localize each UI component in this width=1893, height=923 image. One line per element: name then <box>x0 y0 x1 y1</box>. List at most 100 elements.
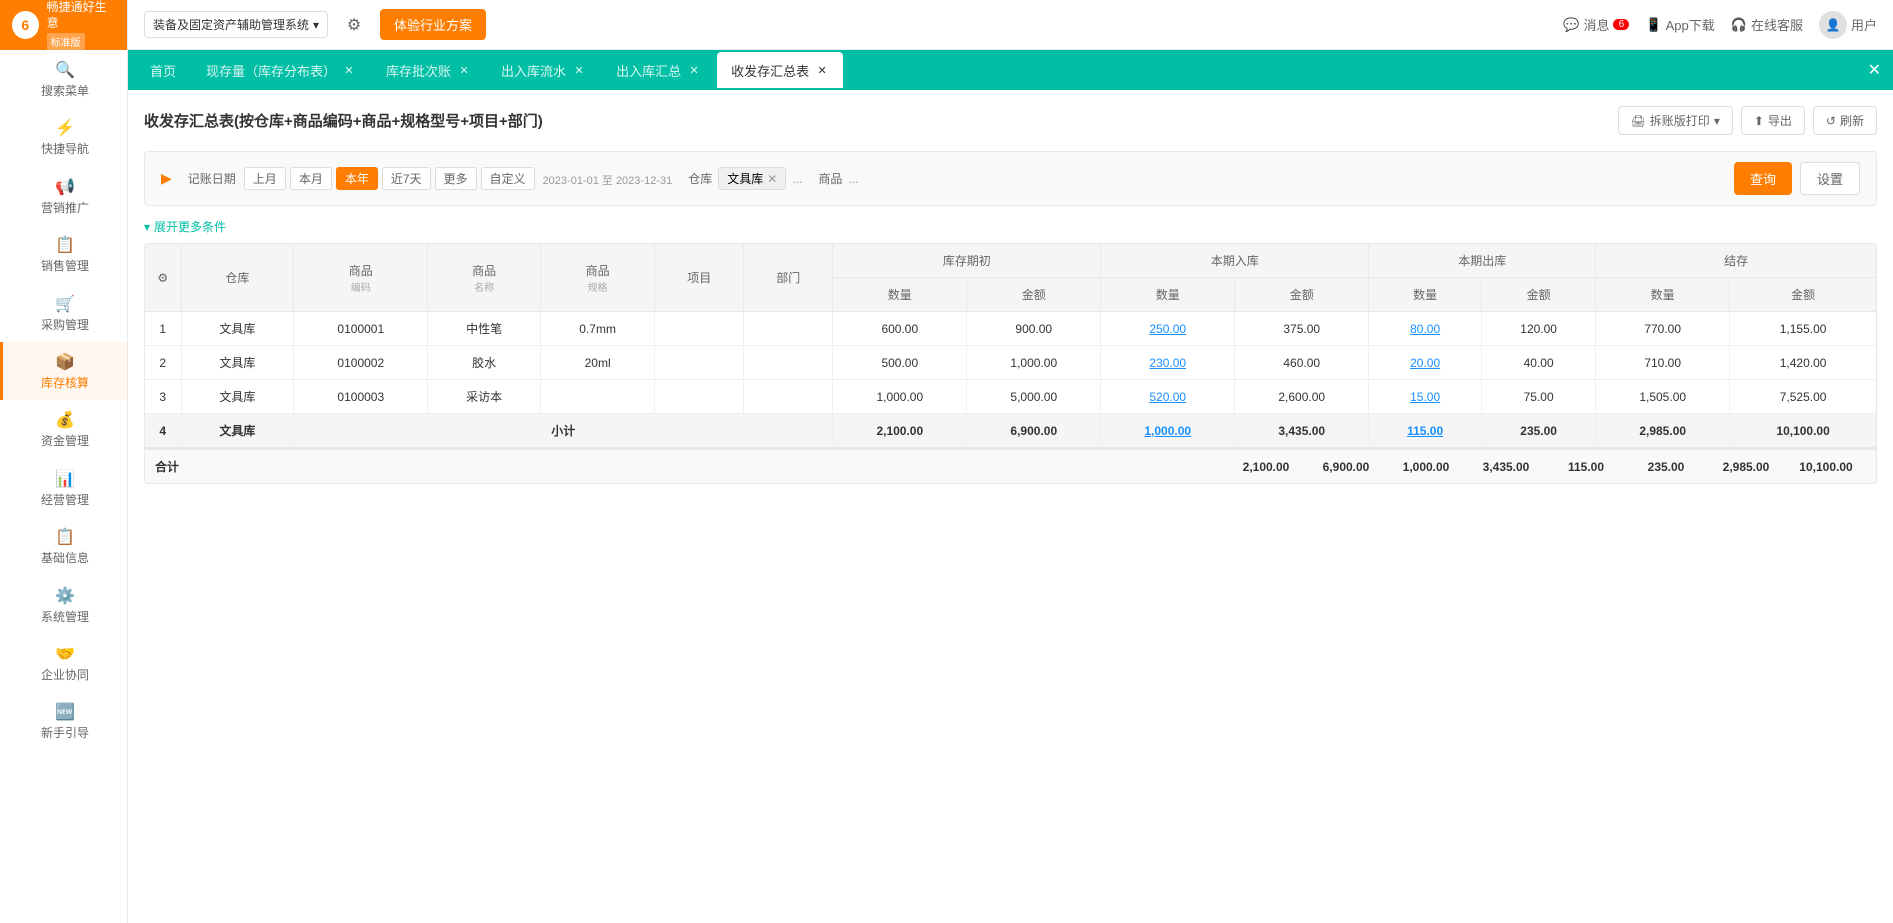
tab-batch-ledger[interactable]: 库存批次账✕ <box>372 52 485 88</box>
subtotal-in-qty[interactable]: 1,000.00 <box>1101 414 1235 448</box>
date-btn-custom[interactable]: 自定义 <box>481 167 535 190</box>
filter-bar: ▶ 记账日期 上月 本月 本年 近7天 更多 自定义 2023-01-01 至 … <box>144 151 1877 206</box>
tab-close-inout-summary[interactable]: ✕ <box>687 63 701 77</box>
sidebar-item-finance[interactable]: 💰资金管理 <box>0 400 127 458</box>
cell-balance-amt: 7,525.00 <box>1730 380 1876 414</box>
date-btn-more[interactable]: 更多 <box>435 167 477 190</box>
tab-stock-dist[interactable]: 现存量（库存分布表） ✕ <box>192 52 370 88</box>
subtotal-out-amt: 235.00 <box>1482 414 1596 448</box>
th-in-qty: 数量 <box>1101 278 1235 312</box>
sidebar-label-guide: 新手引导 <box>41 726 89 740</box>
warehouse-tag[interactable]: 文具库 ✕ <box>718 167 786 190</box>
cell-product-name: 采访本 <box>428 380 541 414</box>
sidebar-item-guide[interactable]: 🆕新手引导 <box>0 692 127 750</box>
cell-in-qty[interactable]: 250.00 <box>1101 312 1235 346</box>
total-balance-amt: 10,100.00 <box>1786 460 1866 474</box>
cell-in-amt: 460.00 <box>1235 346 1369 380</box>
cell-in-qty[interactable]: 230.00 <box>1101 346 1235 380</box>
subtotal-out-qty[interactable]: 115.00 <box>1369 414 1482 448</box>
tab-close-inout-flow[interactable]: ✕ <box>572 63 586 77</box>
sidebar-nav: 🔍搜索菜单⚡快捷导航📢营销推广 📋 销售管理 🛒采购管理📦库存核算💰资金管理📊经营管理… <box>0 50 127 923</box>
chevron-down-icon: ▾ <box>1714 114 1720 128</box>
message-badge: 6 <box>1613 19 1629 30</box>
tabbar-close-icon[interactable]: ✕ <box>1864 56 1885 84</box>
sidebar-label-system: 系统管理 <box>41 610 89 624</box>
sidebar-label-basic: 基础信息 <box>41 551 89 565</box>
topbar-left: 装备及固定资产辅助管理系统 ▾ ⚙ 体验行业方案 <box>144 9 486 40</box>
print-btn[interactable]: 🖨 拆账版打印 ▾ <box>1618 106 1733 135</box>
th-opening-amt: 金额 <box>967 278 1101 312</box>
cell-in-qty[interactable]: 520.00 <box>1101 380 1235 414</box>
sidebar-item-purchase[interactable]: 🛒采购管理 <box>0 284 127 342</box>
cell-no: 3 <box>145 380 181 414</box>
cell-no: 1 <box>145 312 181 346</box>
cell-product-code: 0100003 <box>294 380 428 414</box>
cell-out-qty[interactable]: 15.00 <box>1369 380 1482 414</box>
warehouse-more[interactable]: ... <box>792 172 802 186</box>
app-download-item[interactable]: 📱 App下载 <box>1645 15 1714 34</box>
experience-btn[interactable]: 体验行业方案 <box>380 9 486 40</box>
th-department: 部门 <box>744 244 833 312</box>
sidebar-item-operations[interactable]: 📊经营管理 <box>0 459 127 517</box>
sidebar-item-basic[interactable]: 📋基础信息 <box>0 517 127 575</box>
message-item[interactable]: 💬 消息 6 <box>1563 15 1629 34</box>
sidebar-label-quick: 快捷导航 <box>41 142 89 156</box>
date-btn-last-month[interactable]: 上月 <box>244 167 286 190</box>
total-in-amt: 3,435.00 <box>1466 460 1546 474</box>
th-project: 项目 <box>655 244 744 312</box>
expand-conditions[interactable]: ▾ 展开更多条件 <box>144 218 1877 235</box>
sidebar-icon-sales: 📋 <box>55 235 75 255</box>
cell-opening-amt: 1,000.00 <box>967 346 1101 380</box>
tab-close-stock-dist[interactable]: ✕ <box>342 63 356 77</box>
user-item[interactable]: 👤 用户 <box>1819 11 1877 39</box>
th-settings[interactable]: ⚙ <box>145 244 181 312</box>
tab-close-batch-ledger[interactable]: ✕ <box>457 63 471 77</box>
date-btn-this-year[interactable]: 本年 <box>336 167 378 190</box>
sidebar-item-sales[interactable]: 📋 销售管理 <box>0 225 127 283</box>
settings-icon[interactable]: ⚙ <box>340 11 368 39</box>
cell-in-amt: 2,600.00 <box>1235 380 1369 414</box>
tabbar: 首页现存量（库存分布表）✕库存批次账✕出入库流水✕出入库汇总✕收发存汇总表✕✕ <box>128 50 1893 90</box>
cell-balance-qty: 770.00 <box>1596 312 1730 346</box>
cell-out-qty[interactable]: 80.00 <box>1369 312 1482 346</box>
sidebar-label-marketing: 营销推广 <box>41 201 89 215</box>
settings-btn[interactable]: 设置 <box>1800 162 1860 195</box>
total-out-amt: 235.00 <box>1626 460 1706 474</box>
app-download-label: App下载 <box>1666 15 1715 34</box>
query-btn[interactable]: 查询 <box>1734 162 1792 195</box>
tab-close-receive-summary[interactable]: ✕ <box>815 63 829 77</box>
warehouse-value: 文具库 <box>727 170 763 187</box>
date-btn-this-month[interactable]: 本月 <box>290 167 332 190</box>
topbar: 装备及固定资产辅助管理系统 ▾ ⚙ 体验行业方案 💬 消息 6 📱 App下载 … <box>128 0 1893 50</box>
warehouse-filter: 仓库 文具库 ✕ ... <box>688 167 802 190</box>
sidebar-label-operations: 经营管理 <box>41 493 89 507</box>
sidebar-label-sales: 销售管理 <box>41 259 89 273</box>
tab-receive-summary[interactable]: 收发存汇总表✕ <box>717 52 843 88</box>
total-in-qty: 1,000.00 <box>1386 460 1466 474</box>
tab-inout-flow[interactable]: 出入库流水✕ <box>487 52 600 88</box>
tab-home[interactable]: 首页 <box>136 52 190 88</box>
cell-out-amt: 40.00 <box>1482 346 1596 380</box>
data-table: ⚙ 仓库 商品编码 商品名称 商品规格 项目 部门 库存期初 本期入库 本期出库… <box>145 244 1876 448</box>
tab-inout-summary[interactable]: 出入库汇总✕ <box>602 52 715 88</box>
user-label: 用户 <box>1851 15 1877 34</box>
sidebar-item-marketing[interactable]: 📢营销推广 <box>0 167 127 225</box>
cell-out-qty[interactable]: 20.00 <box>1369 346 1482 380</box>
sidebar-item-search[interactable]: 🔍搜索菜单 <box>0 50 127 108</box>
filter-toggle-icon[interactable]: ▶ <box>161 170 172 187</box>
warehouse-remove-icon[interactable]: ✕ <box>767 172 777 186</box>
refresh-btn[interactable]: ↺ 刷新 <box>1813 106 1877 135</box>
product-more[interactable]: ... <box>848 172 858 186</box>
tab-label-stock-dist: 现存量（库存分布表） <box>206 61 336 80</box>
sidebar-item-quick[interactable]: ⚡快捷导航 <box>0 108 127 166</box>
sidebar-item-inventory[interactable]: 📦库存核算 <box>0 342 127 400</box>
system-selector[interactable]: 装备及固定资产辅助管理系统 ▾ <box>144 11 328 38</box>
sidebar-item-system[interactable]: ⚙️系统管理 <box>0 576 127 634</box>
date-btn-7days[interactable]: 近7天 <box>382 167 431 190</box>
sidebar-item-cooperation[interactable]: 🤝企业协同 <box>0 634 127 692</box>
cell-project <box>655 312 744 346</box>
export-btn[interactable]: ⬆ 导出 <box>1741 106 1805 135</box>
column-settings-icon[interactable]: ⚙ <box>157 271 168 285</box>
online-service-item[interactable]: 🎧 在线客服 <box>1731 15 1803 34</box>
subtotal-opening-amt: 6,900.00 <box>967 414 1101 448</box>
